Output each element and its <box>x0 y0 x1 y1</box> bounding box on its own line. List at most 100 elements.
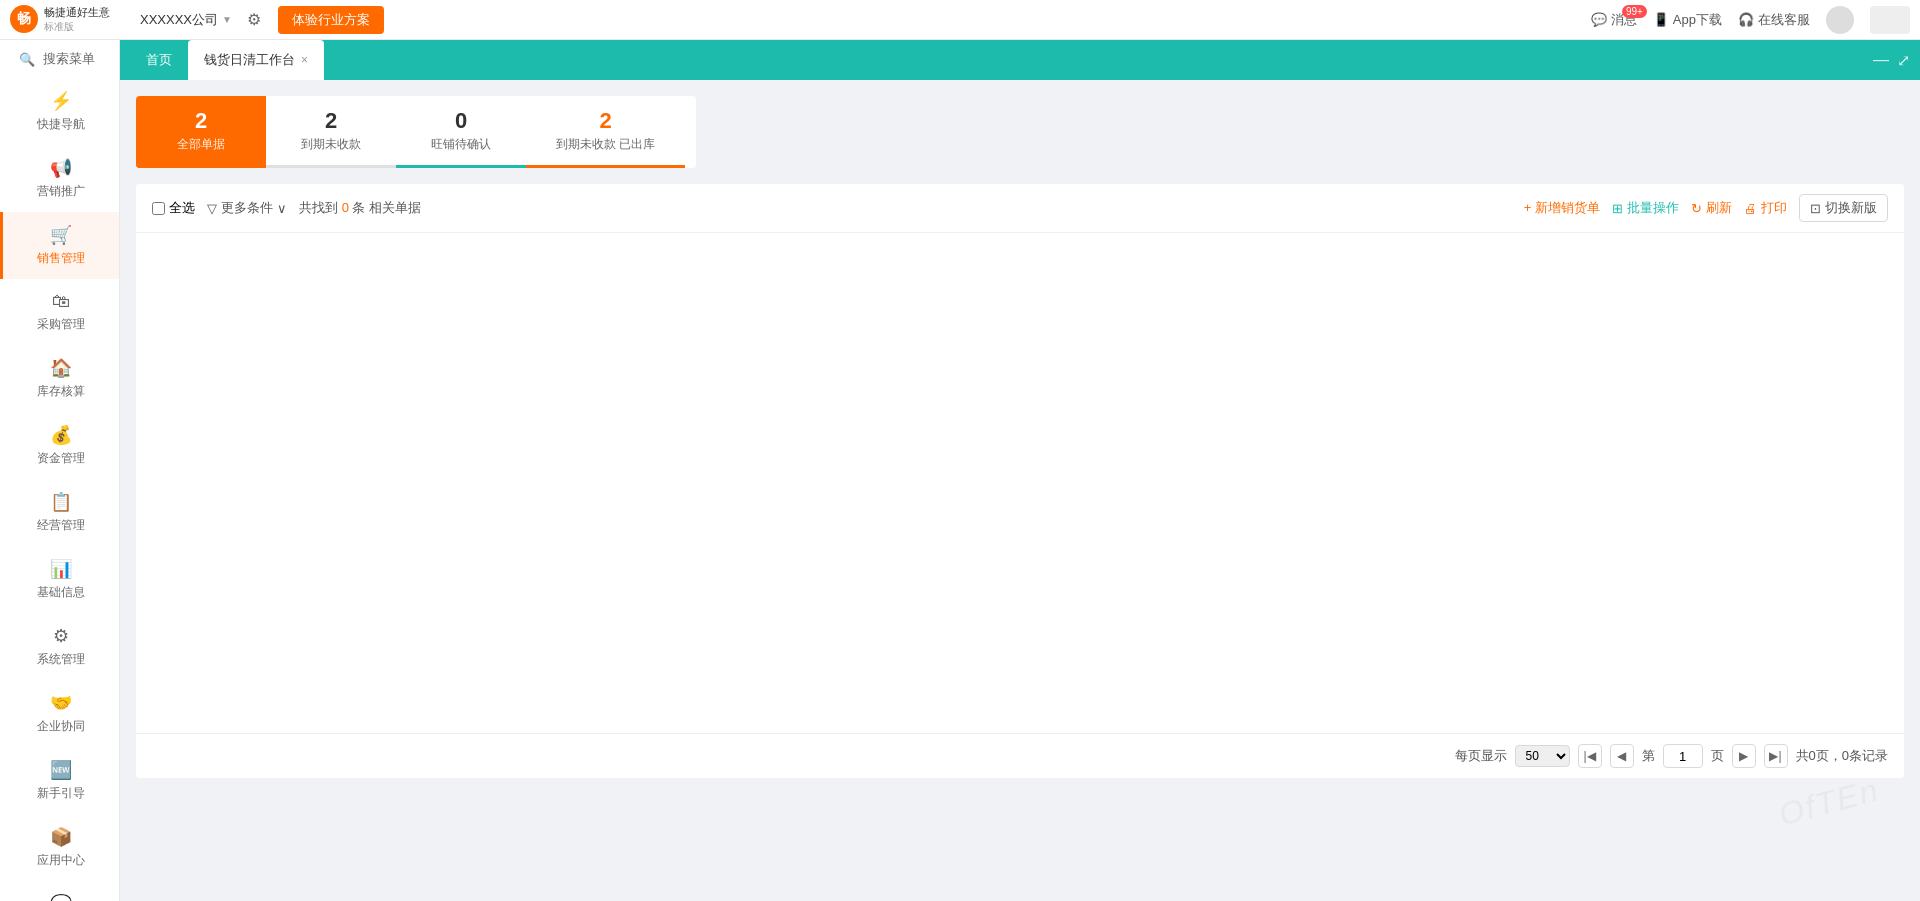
gear-icon: ⚙ <box>247 10 261 29</box>
sidebar-item-collab[interactable]: 🤝 企业协同 <box>0 680 119 747</box>
sidebar-item-label: 营销推广 <box>37 183 85 200</box>
switch-icon: ⊡ <box>1810 201 1821 216</box>
first-page-button[interactable]: |◀ <box>1578 744 1602 768</box>
sidebar-item-label: 应用中心 <box>37 852 85 869</box>
stat-label-pending: 旺铺待确认 <box>426 136 496 153</box>
watermark: OfTEn <box>1774 771 1883 833</box>
filter-button[interactable]: ▽ 更多条件 ∨ <box>207 199 287 217</box>
stat-card-overdue-shipped[interactable]: 2 到期未收款 已出库 <box>526 96 685 168</box>
tab-workbench-label: 钱货日清工作台 <box>204 51 295 69</box>
sidebar-item-label: 企业协同 <box>37 718 85 735</box>
per-page-select[interactable]: 20 50 100 <box>1515 745 1570 767</box>
new-order-button[interactable]: + 新增销货单 <box>1524 199 1600 217</box>
avatar[interactable] <box>1826 6 1854 34</box>
print-label: 打印 <box>1761 199 1787 217</box>
sidebar-item-wechat[interactable]: 💬 企业微信 <box>0 881 119 901</box>
app-download-label: App下载 <box>1673 11 1722 29</box>
sidebar-item-sales[interactable]: 🛒 销售管理 <box>0 212 119 279</box>
stat-card-pending[interactable]: 0 旺铺待确认 <box>396 96 526 168</box>
content-panel: 全选 ▽ 更多条件 ∨ 共找到 0 条 相关单据 + 新增销货单 ⊞ 批量操作 <box>136 184 1904 778</box>
logo-title: 畅捷通好生意 <box>44 5 110 19</box>
batch-label: 批量操作 <box>1627 199 1679 217</box>
company-selector[interactable]: XXXXXX公司 ▼ <box>140 11 232 29</box>
basic-info-icon: 📊 <box>50 558 72 580</box>
tab-bar-actions: — ⤢ <box>1873 51 1910 70</box>
sidebar-item-operations[interactable]: 📋 经营管理 <box>0 479 119 546</box>
prev-page-button[interactable]: ◀ <box>1610 744 1634 768</box>
company-name: XXXXXX公司 <box>140 11 218 29</box>
sidebar-item-finance[interactable]: 💰 资金管理 <box>0 412 119 479</box>
sidebar-item-label: 基础信息 <box>37 584 85 601</box>
service-icon: 🎧 <box>1738 12 1754 27</box>
online-service-button[interactable]: 🎧 在线客服 <box>1738 11 1810 29</box>
stat-label-all: 全部单据 <box>166 136 236 153</box>
found-suffix: 条 相关单据 <box>352 200 421 215</box>
tab-workbench[interactable]: 钱货日清工作台 × <box>188 40 324 80</box>
switch-version-button[interactable]: ⊡ 切换新版 <box>1799 194 1888 222</box>
purchase-icon: 🛍 <box>52 291 70 312</box>
toolbar: 全选 ▽ 更多条件 ∨ 共找到 0 条 相关单据 + 新增销货单 ⊞ 批量操作 <box>136 184 1904 233</box>
stat-number-all: 2 <box>166 108 236 134</box>
sidebar-item-label: 新手引导 <box>37 785 85 802</box>
sidebar: 🔍 搜索菜单 ⚡ 快捷导航 📢 营销推广 🛒 销售管理 🛍 采购管理 🏠 库存核… <box>0 40 120 901</box>
stat-number-overdue-shipped: 2 <box>556 108 655 134</box>
next-page-button[interactable]: ▶ <box>1732 744 1756 768</box>
total-info: 共0页，0条记录 <box>1796 747 1888 765</box>
sidebar-item-label: 销售管理 <box>37 250 85 267</box>
download-icon: 📱 <box>1653 12 1669 27</box>
sidebar-search[interactable]: 🔍 搜索菜单 <box>0 40 119 78</box>
company-dropdown-arrow: ▼ <box>222 14 232 25</box>
batch-icon: ⊞ <box>1612 201 1623 216</box>
batch-operation-button[interactable]: ⊞ 批量操作 <box>1612 199 1679 217</box>
trial-button[interactable]: 体验行业方案 <box>278 6 384 34</box>
found-info: 共找到 0 条 相关单据 <box>299 199 421 217</box>
last-page-button[interactable]: ▶| <box>1764 744 1788 768</box>
stat-card-overdue[interactable]: 2 到期未收款 <box>266 96 396 168</box>
sidebar-item-basic-info[interactable]: 📊 基础信息 <box>0 546 119 613</box>
online-service-label: 在线客服 <box>1758 11 1810 29</box>
found-prefix: 共找到 <box>299 200 338 215</box>
user-info[interactable] <box>1870 6 1910 34</box>
sidebar-search-label: 搜索菜单 <box>43 50 95 68</box>
inventory-icon: 🏠 <box>50 357 72 379</box>
quick-nav-icon: ⚡ <box>50 90 72 112</box>
tab-minimize-button[interactable]: — <box>1873 51 1889 70</box>
select-all-input[interactable] <box>152 202 165 215</box>
select-all-label: 全选 <box>169 199 195 217</box>
logo: 畅 畅捷通好生意 标准版 <box>10 5 130 33</box>
sidebar-item-inventory[interactable]: 🏠 库存核算 <box>0 345 119 412</box>
found-count: 0 <box>342 200 349 215</box>
filter-label: 更多条件 <box>221 199 273 217</box>
tab-expand-button[interactable]: ⤢ <box>1897 51 1910 70</box>
messages-button[interactable]: 💬 消息 99+ <box>1591 11 1637 29</box>
select-all-checkbox[interactable]: 全选 <box>152 199 195 217</box>
app-center-icon: 📦 <box>50 826 72 848</box>
settings-button[interactable]: ⚙ <box>240 6 268 34</box>
header-right: 💬 消息 99+ 📱 App下载 🎧 在线客服 <box>1591 6 1910 34</box>
refresh-icon: ↻ <box>1691 201 1702 216</box>
header: 畅 畅捷通好生意 标准版 XXXXXX公司 ▼ ⚙ 体验行业方案 💬 消息 99… <box>0 0 1920 40</box>
sidebar-item-marketing[interactable]: 📢 营销推广 <box>0 145 119 212</box>
sidebar-item-system[interactable]: ⚙ 系统管理 <box>0 613 119 680</box>
operations-icon: 📋 <box>50 491 72 513</box>
print-button[interactable]: 🖨 打印 <box>1744 199 1787 217</box>
sidebar-item-purchase[interactable]: 🛍 采购管理 <box>0 279 119 345</box>
app-download-button[interactable]: 📱 App下载 <box>1653 11 1722 29</box>
refresh-button[interactable]: ↻ 刷新 <box>1691 199 1732 217</box>
page-input[interactable] <box>1663 744 1703 768</box>
stat-card-all[interactable]: 2 全部单据 <box>136 96 266 168</box>
stat-label-overdue-shipped: 到期未收款 已出库 <box>556 136 655 153</box>
sidebar-item-label: 系统管理 <box>37 651 85 668</box>
tab-home-label: 首页 <box>146 51 172 69</box>
tab-home[interactable]: 首页 <box>130 40 188 80</box>
per-page-label: 每页显示 <box>1455 747 1507 765</box>
sidebar-item-quick-nav[interactable]: ⚡ 快捷导航 <box>0 78 119 145</box>
logo-icon: 畅 <box>10 5 38 33</box>
search-icon: 🔍 <box>19 52 35 67</box>
sidebar-item-label: 采购管理 <box>37 316 85 333</box>
logo-subtitle: 标准版 <box>44 20 110 34</box>
sidebar-item-app-center[interactable]: 📦 应用中心 <box>0 814 119 881</box>
tab-close-icon[interactable]: × <box>301 53 308 67</box>
sidebar-item-guide[interactable]: 🆕 新手引导 <box>0 747 119 814</box>
pagination: 每页显示 20 50 100 |◀ ◀ 第 页 ▶ ▶| 共0页，0条记录 <box>136 733 1904 778</box>
